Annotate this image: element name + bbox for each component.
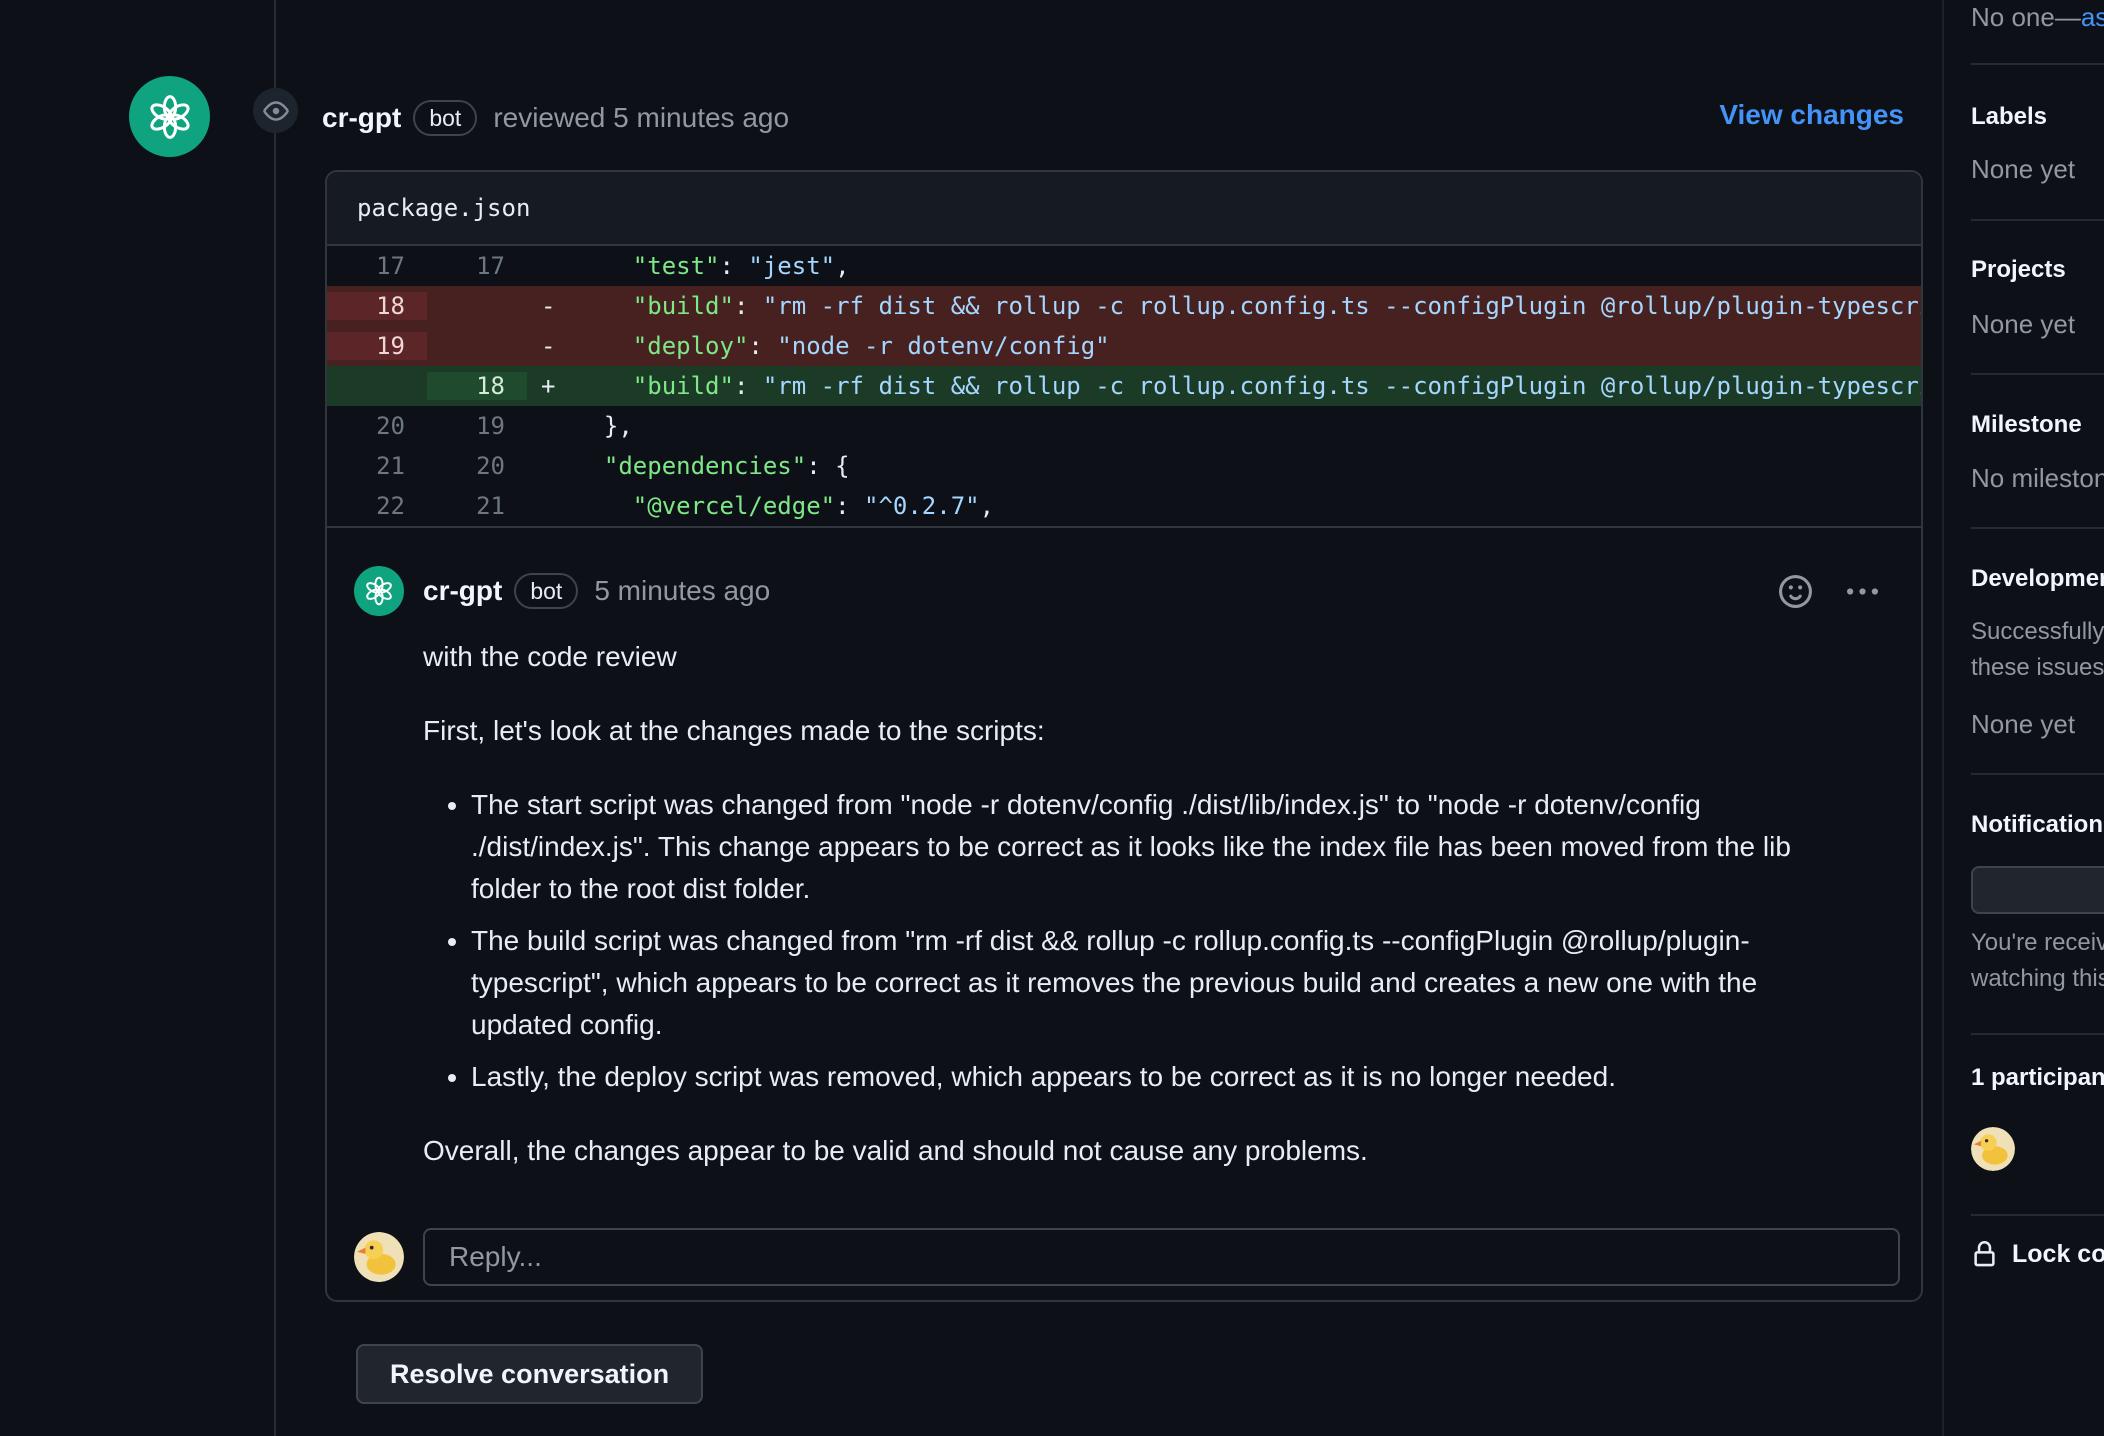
comment-outro: Overall, the changes appear to be valid …: [423, 1130, 1815, 1172]
review-event-badge: [253, 88, 298, 133]
diff-row-ctx: 1717 "test": "jest",: [327, 246, 1921, 286]
diff-file-header: package.json: [327, 172, 1921, 246]
assignees-value: No one—assign yourself: [1971, 2, 2104, 33]
review-meta: reviewed 5 minutes ago: [493, 102, 789, 134]
review-thread: package.json 1717 "test": "jest",18- "bu…: [325, 170, 1923, 1404]
bot-avatar[interactable]: [129, 76, 210, 157]
lock-conversation-button[interactable]: Lock conversation: [1971, 1240, 2104, 1269]
smiley-icon: [1779, 575, 1812, 608]
resolve-conversation-button[interactable]: Resolve conversation: [356, 1344, 703, 1404]
diff-row-ctx: 2120 "dependencies": {: [327, 446, 1921, 486]
kebab-icon: [1846, 575, 1879, 608]
duck-avatar: [1971, 1127, 2015, 1171]
comment-author[interactable]: cr-gpt: [423, 575, 502, 607]
comment-bullet: The start script was changed from "node …: [471, 784, 1815, 910]
comment-bullet-list: The start script was changed from "node …: [423, 784, 1815, 1098]
user-avatar[interactable]: [354, 1232, 404, 1282]
comment-body: with the code review First, let's look a…: [423, 636, 1815, 1172]
comment-bullet: Lastly, the deploy script was removed, w…: [471, 1056, 1815, 1098]
sidebar-notifications-title: Notifications: [1971, 811, 2104, 839]
sidebar-divider: [1971, 1033, 2104, 1035]
diff-table: 1717 "test": "jest",18- "build": "rm -rf…: [327, 246, 1921, 528]
sidebar-milestone-value: No milestone: [1971, 463, 2104, 494]
comment-menu-button[interactable]: [1846, 575, 1879, 608]
eye-icon: [263, 98, 289, 124]
sidebar-divider: [1971, 63, 2104, 65]
comment-paragraph: First, let's look at the changes made to…: [423, 710, 1815, 752]
notifications-subscribe-button[interactable]: [1971, 866, 2104, 914]
sidebar-labels-value: None yet: [1971, 154, 2075, 185]
lock-icon: [1971, 1241, 1998, 1268]
lock-conversation-label: Lock conversation: [2012, 1240, 2104, 1269]
sidebar-development-title: Development: [1971, 565, 2104, 593]
bot-badge: bot: [413, 100, 477, 137]
diff-row-ctx: 2221 "@vercel/edge": "^0.2.7",: [327, 486, 1921, 526]
diff-row-del: 19- "deploy": "node -r dotenv/config": [327, 326, 1921, 366]
sidebar-divider: [1971, 527, 2104, 529]
comment-header: cr-gpt bot 5 minutes ago: [354, 566, 1879, 616]
participant-avatar[interactable]: [1971, 1127, 2015, 1171]
reply-section: [354, 1228, 1900, 1286]
comment-intro: with the code review: [423, 636, 1815, 678]
timeline-line: [274, 0, 276, 1436]
sidebar-divider: [1971, 1214, 2104, 1216]
openai-logo-icon: [144, 91, 196, 143]
sidebar-milestone-title: Milestone: [1971, 411, 2082, 439]
sidebar-development-value: None yet: [1971, 709, 2075, 740]
sidebar-divider: [1971, 373, 2104, 375]
review-thread-card: package.json 1717 "test": "jest",18- "bu…: [325, 170, 1923, 1302]
duck-avatar: [354, 1232, 404, 1282]
sidebar-projects-value: None yet: [1971, 309, 2075, 340]
comment-bot-badge: bot: [514, 573, 578, 610]
sidebar-divider: [1971, 773, 2104, 775]
assignees-none-text: No one—: [1971, 2, 2081, 32]
review-author[interactable]: cr-gpt: [322, 102, 401, 134]
diff-row-add: 18+ "build": "rm -rf dist && rollup -c r…: [327, 366, 1921, 406]
add-reaction-button[interactable]: [1779, 575, 1812, 608]
comment-bot-avatar[interactable]: [354, 566, 404, 616]
reply-input[interactable]: [423, 1228, 1900, 1286]
assign-yourself-link[interactable]: assign yourself: [2081, 2, 2104, 32]
sidebar-vertical-divider: [1942, 0, 1944, 1436]
diff-row-ctx: 2019 },: [327, 406, 1921, 446]
diff-row-del: 18- "build": "rm -rf dist && rollup -c r…: [327, 286, 1921, 326]
sidebar-projects-title: Projects: [1971, 256, 2066, 284]
sidebar: No one—assign yourself Labels None yet P…: [1967, 0, 2104, 1436]
sidebar-participants-title: 1 participant: [1971, 1064, 2104, 1092]
view-changes-link[interactable]: View changes: [1719, 99, 1904, 131]
diff-filename[interactable]: package.json: [357, 194, 530, 222]
sidebar-development-note: Successfully merging this pull request m…: [1971, 614, 2104, 686]
comment-timestamp[interactable]: 5 minutes ago: [594, 575, 770, 607]
sidebar-notifications-note: You're receiving notifications because y…: [1971, 925, 2104, 997]
review-event-header: cr-gpt bot reviewed 5 minutes ago: [322, 95, 789, 141]
sidebar-labels-title: Labels: [1971, 103, 2047, 131]
openai-logo-icon: [362, 574, 396, 608]
comment-bullet: The build script was changed from "rm -r…: [471, 920, 1815, 1046]
sidebar-divider: [1971, 219, 2104, 221]
